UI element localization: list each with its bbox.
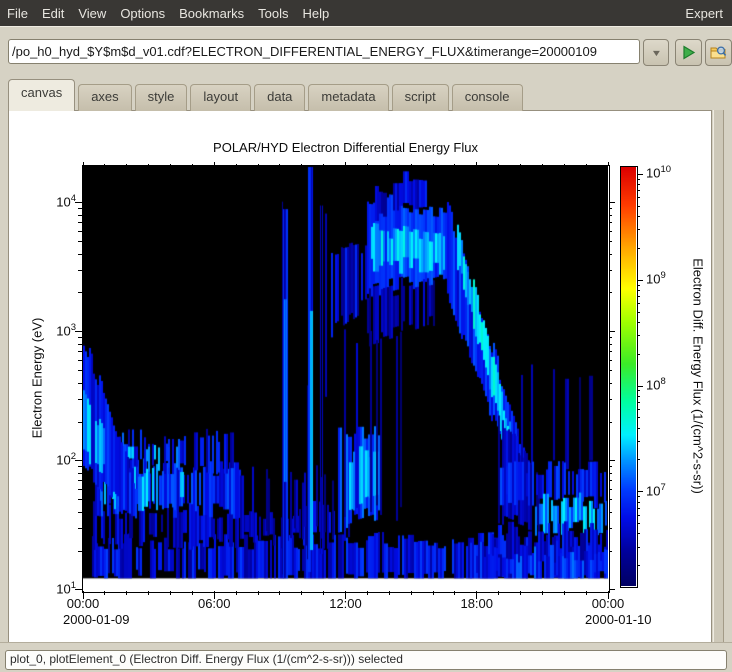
tab-metadata[interactable]: metadata [308, 84, 389, 111]
menu-edit[interactable]: Edit [35, 6, 71, 21]
chevron-down-icon: ▼ [650, 47, 662, 58]
status-message: plot_0, plotElement_0 (Electron Diff. En… [5, 650, 727, 670]
colorbar-label: Electron Diff. Energy Flux (1/(cm^2-s-sr… [690, 258, 706, 494]
plot-title: POLAR/HYD Electron Differential Energy F… [213, 140, 478, 155]
tab-style[interactable]: style [134, 84, 188, 111]
colorbar-canvas [621, 167, 636, 586]
uri-input[interactable] [8, 39, 640, 64]
menu-bookmarks[interactable]: Bookmarks [172, 6, 251, 21]
status-bar: plot_0, plotElement_0 (Electron Diff. En… [0, 642, 732, 672]
menu-tools[interactable]: Tools [251, 6, 295, 21]
tab-layout[interactable]: layout [190, 84, 252, 111]
menu-view[interactable]: View [71, 6, 113, 21]
menu-file[interactable]: File [0, 6, 35, 21]
menu-bar: File Edit View Options Bookmarks Tools Help Ex… [0, 0, 732, 26]
panel-tab-bar: canvas axes style layout data metadata script c… [8, 79, 526, 111]
tab-console[interactable]: console [451, 84, 523, 111]
data-inspect-button[interactable] [705, 39, 732, 66]
panel-splitter[interactable] [713, 110, 724, 642]
tab-axes[interactable]: axes [78, 84, 132, 111]
tab-canvas[interactable]: canvas [8, 79, 76, 111]
expert-mode-label[interactable]: Expert [685, 6, 732, 21]
spectrogram-plot[interactable] [82, 165, 610, 593]
y-axis-label: Electron Energy (eV) [29, 317, 45, 439]
play-icon [683, 45, 696, 60]
menu-options[interactable]: Options [113, 6, 172, 21]
plot-go-button[interactable] [675, 39, 702, 66]
uri-history-dropdown-button[interactable]: ▼ [643, 39, 669, 66]
spectrogram-canvas[interactable] [83, 166, 608, 591]
menu-items: File Edit View Options Bookmarks Tools Help [0, 6, 336, 21]
address-toolbar: ▼ [0, 26, 732, 81]
menu-help[interactable]: Help [296, 6, 337, 21]
colorbar[interactable] [620, 166, 638, 588]
tab-data[interactable]: data [254, 84, 306, 111]
tab-script[interactable]: script [391, 84, 449, 111]
application-window: File Edit View Options Bookmarks Tools Help Ex… [0, 0, 732, 672]
folder-search-icon [710, 46, 727, 59]
